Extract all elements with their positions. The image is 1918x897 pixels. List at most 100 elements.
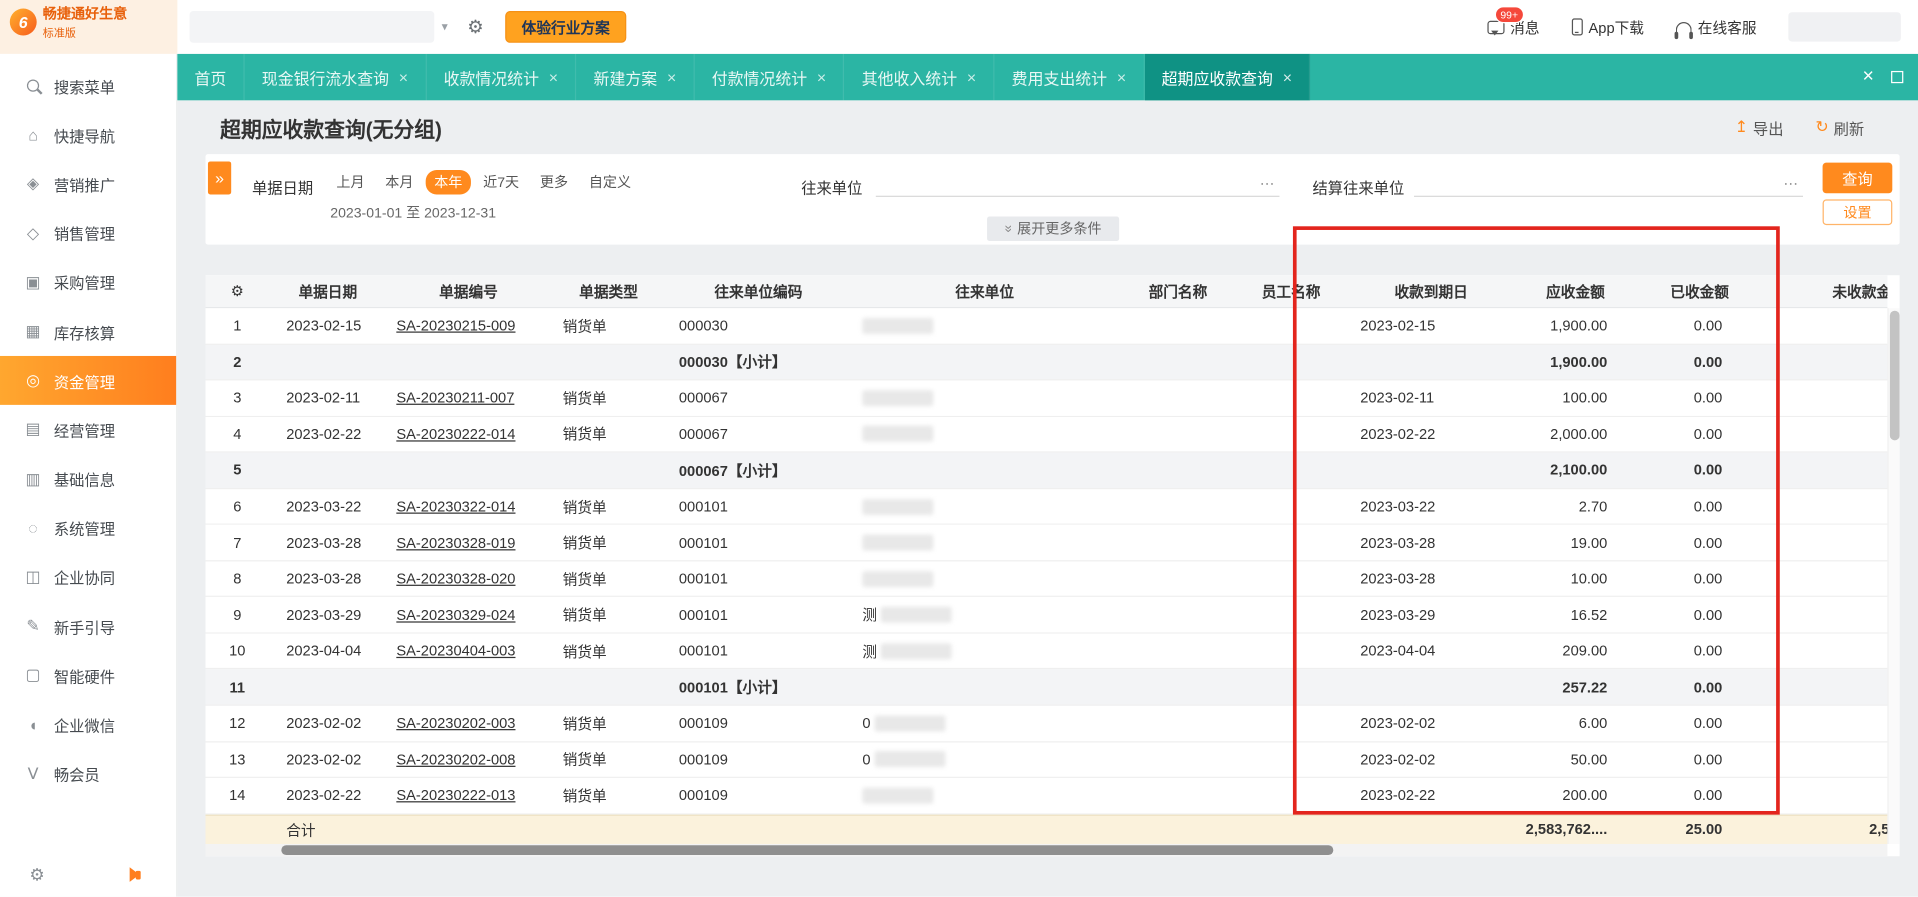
tab-close-icon[interactable]: ×	[1283, 68, 1292, 86]
doc-no-link[interactable]: SA-20230404-003	[396, 642, 515, 659]
total-unreceived: 2,5	[1869, 820, 1887, 839]
tab-home[interactable]: 首页	[177, 53, 245, 101]
tab-new-plan[interactable]: 新建方案 ×	[576, 53, 695, 101]
sidebar-item-purchase[interactable]: ▣ 采购管理	[0, 258, 176, 307]
tab-payment-stats[interactable]: 付款情况统计 ×	[695, 53, 845, 101]
user-account[interactable]	[1788, 12, 1901, 42]
tab-receipt-stats[interactable]: 收款情况统计 ×	[426, 53, 577, 101]
cell-dept	[1119, 453, 1236, 488]
sidebar-item-guide[interactable]: ✎ 新手引导	[0, 602, 176, 651]
tab-close-icon[interactable]: ×	[817, 68, 826, 86]
restore-window-icon[interactable]	[1891, 70, 1904, 84]
cell-receivable: 2,100.00	[1550, 461, 1608, 479]
cell-partner	[850, 453, 1119, 488]
cell-doc-date	[269, 344, 386, 379]
date-range-value[interactable]: 2023-01-01 至 2023-12-31	[330, 203, 496, 223]
cell-doc-no: SA-20230222-013	[387, 778, 551, 813]
announcement-speaker-icon[interactable]	[129, 867, 147, 882]
header-gear-icon[interactable]: ⚙	[467, 16, 483, 38]
tab-close-icon[interactable]: ×	[549, 68, 558, 86]
cell-due-date: 2023-03-28	[1360, 570, 1436, 588]
doc-no-link[interactable]: SA-20230215-009	[396, 317, 515, 334]
headset-icon	[1674, 22, 1693, 40]
sidebar-item-operation[interactable]: ▤ 经营管理	[0, 405, 176, 454]
doc-no-link[interactable]: SA-20230329-024	[396, 606, 515, 623]
app-download-button[interactable]: App下载	[1571, 17, 1644, 38]
sidebar-item-collab[interactable]: ◫ 企业协同	[0, 553, 176, 602]
collapse-filter-button[interactable]: »	[207, 161, 232, 195]
redacted-partner-name	[862, 570, 934, 587]
table-row: 4 2023-02-22 SA-20230222-014 销货单 000067 2023-…	[205, 416, 1888, 453]
cell-doc-type: 销货单	[562, 787, 607, 805]
sidebar-item-marketing[interactable]: ◈ 营销推广	[0, 159, 176, 208]
cell-emp	[1237, 597, 1346, 632]
column-header: 单据编号	[439, 283, 498, 301]
tab-close-icon[interactable]: ×	[967, 68, 976, 86]
sidebar-gear-icon[interactable]: ⚙	[29, 864, 44, 885]
partner-picker-ellipsis-icon[interactable]: ⋯	[1260, 175, 1275, 192]
table-viewport: ⚙ 单据日期 单据编号 单据类型 往来单位编码 往来单位 部门名称 员工名称 收款到期日 应收金额…	[205, 275, 1888, 844]
doc-no-link[interactable]: SA-20230328-019	[396, 534, 515, 551]
doc-no-link[interactable]: SA-20230328-020	[396, 570, 515, 587]
doc-no-link[interactable]: SA-20230202-008	[396, 751, 515, 768]
column-settings-gear-icon[interactable]: ⚙	[205, 275, 269, 307]
tab-close-icon[interactable]: ×	[1117, 68, 1126, 86]
tab-other-income-stats[interactable]: 其他收入统计 ×	[845, 53, 995, 101]
tab-overdue-receivables[interactable]: 超期应收款查询 ×	[1144, 53, 1311, 101]
row-number: 11	[229, 678, 246, 696]
partner-input[interactable]: ⋯	[875, 168, 1280, 197]
date-quick-option[interactable]: 上月	[328, 170, 373, 194]
cell-doc-no	[387, 453, 551, 488]
settle-partner-picker-ellipsis-icon[interactable]: ⋯	[1783, 175, 1798, 192]
doc-no-link[interactable]: SA-20230211-007	[396, 389, 514, 406]
date-quick-option[interactable]: 近7天	[475, 170, 528, 194]
tab-close-icon[interactable]: ×	[399, 68, 408, 86]
company-selector[interactable]	[189, 11, 435, 43]
doc-no-link[interactable]: SA-20230322-014	[396, 498, 515, 515]
date-quick-option[interactable]: 更多	[531, 170, 576, 194]
cell-due-date: 2023-03-28	[1360, 533, 1436, 552]
sidebar-item-quick-nav[interactable]: ⌂ 快捷导航	[0, 110, 176, 159]
close-all-tabs-icon[interactable]: ×	[1863, 66, 1874, 88]
date-quick-option[interactable]: 自定义	[580, 170, 639, 194]
date-quick-option[interactable]: 本年	[425, 170, 471, 195]
sidebar-item-base-info[interactable]: ▥ 基础信息	[0, 454, 176, 503]
cell-received: 0.00	[1693, 750, 1723, 768]
vertical-scrollbar-thumb[interactable]	[1889, 310, 1900, 441]
redacted-partner-name	[862, 426, 934, 443]
settle-partner-input[interactable]: ⋯	[1414, 168, 1804, 197]
query-button[interactable]: 查询	[1822, 162, 1893, 194]
tab-expense-stats[interactable]: 费用支出统计 ×	[995, 53, 1145, 101]
doc-no-link[interactable]: SA-20230202-003	[396, 715, 515, 732]
tab-label: 费用支出统计	[1011, 69, 1108, 88]
sidebar-item-member[interactable]: Ⅴ 畅会员	[0, 749, 176, 798]
sidebar-item-wechat[interactable]: ◖ 企业微信	[0, 700, 176, 749]
horizontal-scrollbar-thumb[interactable]	[281, 845, 1334, 856]
sidebar-item-sales[interactable]: ◇ 销售管理	[0, 209, 176, 258]
cell-partner-code: 000109	[678, 750, 728, 768]
refresh-button[interactable]: ↻ 刷新	[1815, 116, 1864, 139]
vertical-scrollbar[interactable]	[1887, 308, 1900, 845]
export-button[interactable]: ↥ 导出	[1735, 116, 1784, 139]
cell-unreceived	[1765, 417, 1887, 452]
online-support-button[interactable]: 在线客服	[1674, 17, 1757, 40]
doc-no-link[interactable]: SA-20230222-013	[396, 787, 515, 804]
trial-industry-button[interactable]: 体验行业方案	[505, 11, 626, 43]
sidebar-item-inventory[interactable]: ▦ 库存核算	[0, 307, 176, 356]
chevron-down-icon[interactable]: ▾	[442, 20, 448, 33]
expand-more-button[interactable]: » 展开更多条件	[986, 216, 1119, 241]
tab-close-icon[interactable]: ×	[667, 68, 676, 86]
horizontal-scrollbar[interactable]	[205, 844, 1888, 857]
tab-label: 新建方案	[593, 69, 658, 88]
doc-no-link[interactable]: SA-20230222-014	[396, 426, 515, 443]
partner-prefix: 0	[862, 750, 871, 768]
date-quick-option[interactable]: 本月	[377, 170, 422, 194]
messages-button[interactable]: 消息 99+	[1486, 5, 1540, 38]
sidebar-item-search-menu[interactable]: 搜索菜单	[0, 61, 176, 110]
sidebar-item-system[interactable]: ◌ 系统管理	[0, 504, 176, 553]
tab-cash-bank-flow[interactable]: 现金银行流水查询 ×	[245, 53, 427, 101]
sidebar-item-hardware[interactable]: ▢ 智能硬件	[0, 651, 176, 700]
sidebar-item-funds[interactable]: ◎ 资金管理	[0, 356, 177, 406]
table-row: 12 2023-02-02 SA-20230202-003 销货单 000109 0 202…	[205, 705, 1888, 742]
filter-settings-button[interactable]: 设置	[1822, 199, 1893, 226]
